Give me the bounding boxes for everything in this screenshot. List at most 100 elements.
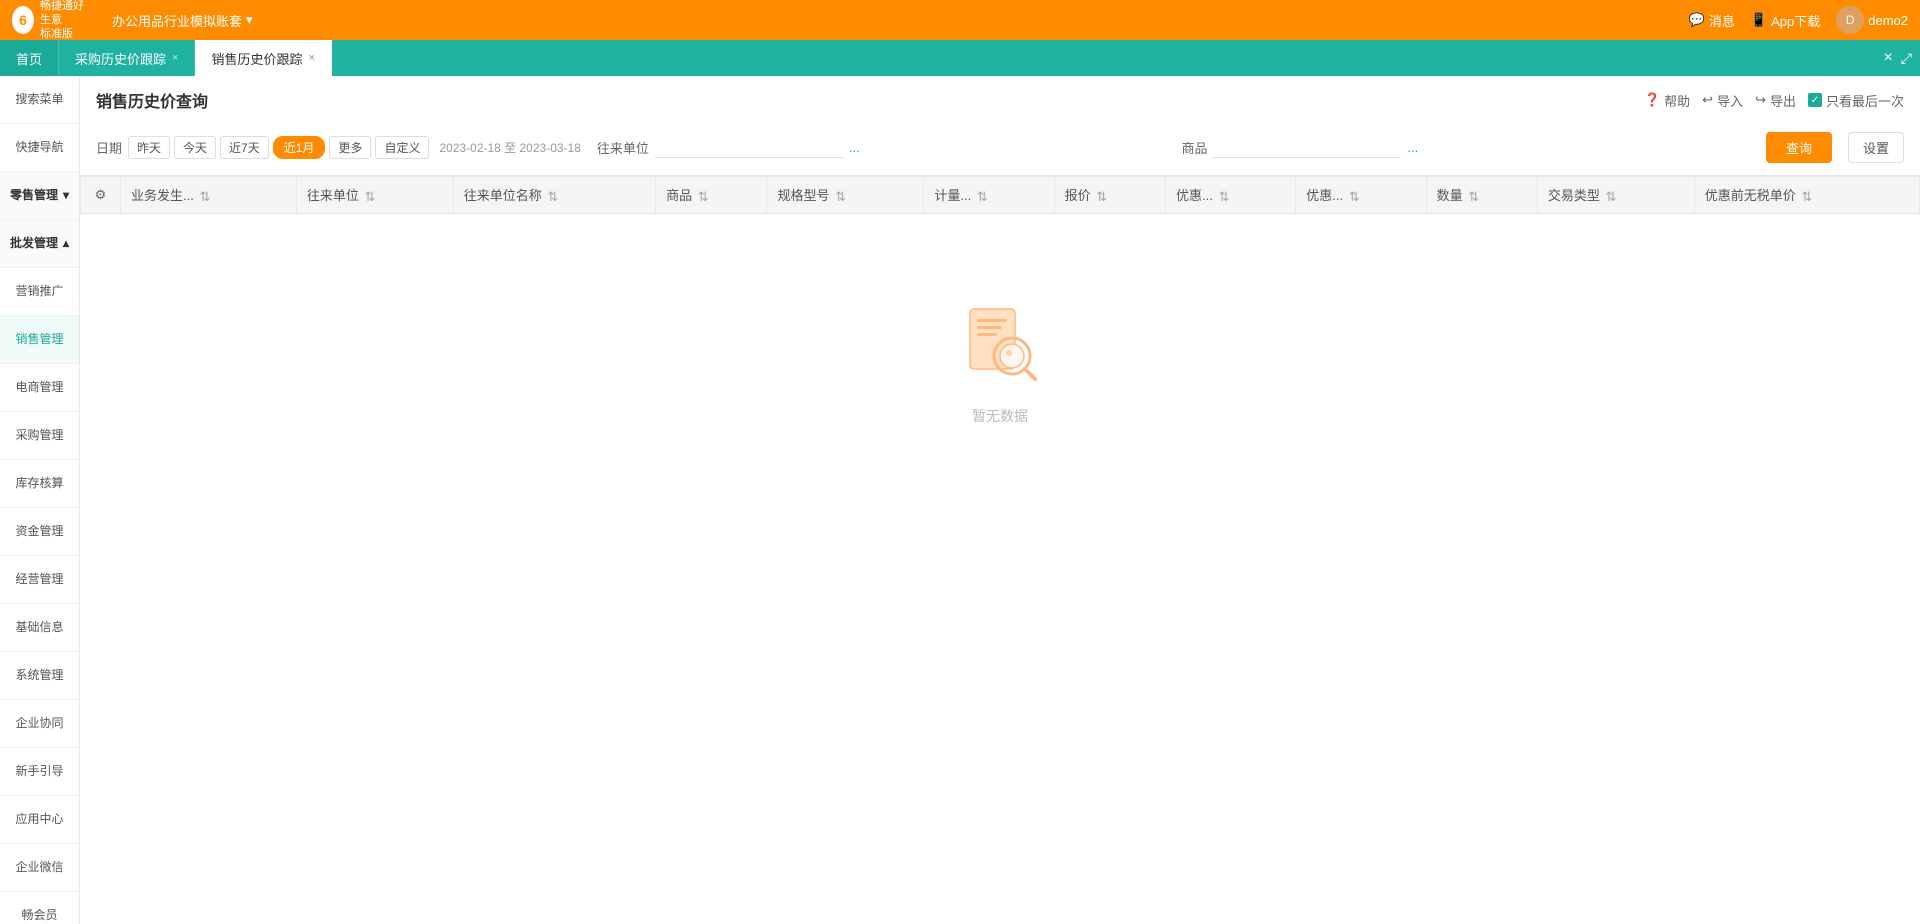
sidebar-item-inventory[interactable]: 库存核算 [0, 460, 79, 508]
sort-icon: ⇅ [977, 189, 988, 205]
counterparty-filter-group: 往来单位 ... [597, 138, 1166, 158]
date-btn-today[interactable]: 今天 [174, 136, 216, 159]
top-center: 办公用品行业模拟账套 ▾ [92, 11, 1689, 30]
tab-close-purchase[interactable]: × [172, 52, 178, 64]
sidebar-item-enterprise-wechat[interactable]: 企业微信 [0, 844, 79, 892]
col-pretax-price[interactable]: 优惠前无税单价 ⇅ [1694, 177, 1919, 214]
app-icon: 📱 [1751, 12, 1767, 28]
sort-icon: ⇅ [1096, 189, 1107, 205]
checkbox-icon: ✓ [1808, 93, 1822, 107]
filter-row: 日期 昨天 今天 近7天 近1月 更多 自定义 2023-02-18 至 202… [96, 122, 1904, 175]
user-menu[interactable]: D demo2 [1836, 6, 1908, 34]
sort-icon: ⇅ [199, 189, 210, 205]
sort-icon: ⇅ [1606, 189, 1617, 205]
sort-icon: ⇅ [835, 189, 846, 205]
sidebar-item-enterprise-collab[interactable]: 企业协同 [0, 700, 79, 748]
date-buttons: 昨天 今天 近7天 近1月 更多 自定义 [128, 136, 429, 159]
chevron-icon: ▾ [63, 187, 69, 204]
chevron-down-icon: ▾ [246, 12, 253, 28]
tabs-bar: 首页 采购历史价跟踪 × 销售历史价跟踪 × × ⤢ [0, 40, 1920, 76]
col-partner[interactable]: 往来单位 ⇅ [296, 177, 453, 214]
col-biz-date[interactable]: 业务发生... ⇅ [121, 177, 297, 214]
date-btn-yesterday[interactable]: 昨天 [128, 136, 170, 159]
gear-icon[interactable]: ⚙ [95, 187, 107, 202]
sidebar-item-marketing[interactable]: 营销推广 [0, 268, 79, 316]
help-button[interactable]: ❓ 帮助 [1644, 91, 1690, 110]
product-picker[interactable]: ... [1407, 140, 1418, 155]
sidebar-item-purchase[interactable]: 采购管理 [0, 412, 79, 460]
fullscreen-icon[interactable]: ⤢ [1901, 50, 1912, 67]
export-button[interactable]: ↪ 导出 [1755, 91, 1796, 110]
date-label: 日期 [96, 138, 122, 157]
data-table: ⚙ 业务发生... ⇅ 往来单位 ⇅ 往来单位名称 ⇅ [80, 176, 1920, 214]
sidebar-item-search-menu[interactable]: 搜索菜单 [0, 76, 79, 124]
col-partner-name[interactable]: 往来单位名称 ⇅ [453, 177, 655, 214]
date-btn-more[interactable]: 更多 [329, 136, 371, 159]
date-range-text: 2023-02-18 至 2023-03-18 [439, 139, 580, 156]
tabs-right-actions: × ⤢ [1883, 40, 1920, 76]
app-download-button[interactable]: 📱 App下载 [1751, 11, 1820, 30]
empty-text: 暂无数据 [972, 406, 1028, 426]
query-button[interactable]: 查询 [1766, 132, 1832, 163]
sort-icon: ⇅ [1468, 189, 1479, 205]
product-input[interactable] [1213, 138, 1401, 158]
message-icon: 💬 [1689, 12, 1705, 28]
col-quote[interactable]: 报价 ⇅ [1054, 177, 1165, 214]
table-header-row: ⚙ 业务发生... ⇅ 往来单位 ⇅ 往来单位名称 ⇅ [81, 177, 1920, 214]
chevron-up-icon: ▴ [63, 235, 69, 252]
page-title: 销售历史价查询 [96, 88, 208, 112]
col-discount2[interactable]: 优惠... ⇅ [1296, 177, 1426, 214]
tab-close-sales[interactable]: × [308, 52, 314, 64]
help-icon: ❓ [1644, 92, 1660, 108]
date-btn-1month[interactable]: 近1月 [273, 136, 326, 159]
col-gear[interactable]: ⚙ [81, 177, 121, 214]
col-product[interactable]: 商品 ⇅ [656, 177, 767, 214]
sidebar-item-sales-mgmt[interactable]: 销售管理 [0, 316, 79, 364]
col-discount1[interactable]: 优惠... ⇅ [1165, 177, 1295, 214]
page-title-row: 销售历史价查询 ❓ 帮助 ↩ 导入 ↪ 导出 ✓ [96, 88, 1904, 112]
counterparty-label: 往来单位 [597, 138, 649, 157]
sidebar-item-wholesale-mgmt[interactable]: 批发管理 ▴ [0, 220, 79, 268]
sidebar-item-new-user[interactable]: 新手引导 [0, 748, 79, 796]
top-right: 💬 消息 📱 App下载 D demo2 [1689, 6, 1908, 34]
tab-sales-history[interactable]: 销售历史价跟踪 × [195, 40, 331, 76]
tab-purchase-history[interactable]: 采购历史价跟踪 × [59, 40, 195, 76]
sort-icon: ⇅ [1218, 189, 1229, 205]
sidebar: 搜索菜单 快捷导航 零售管理 ▾ 批发管理 ▴ 营销推广 销售管理 电商管理 采… [0, 76, 80, 924]
sort-icon: ⇅ [364, 189, 375, 205]
logo-text: 畅捷通好生意 标准版 [40, 0, 92, 41]
page-header: 销售历史价查询 ❓ 帮助 ↩ 导入 ↪ 导出 ✓ [80, 76, 1920, 176]
sidebar-item-capital[interactable]: 资金管理 [0, 508, 79, 556]
date-btn-7days[interactable]: 近7天 [220, 136, 269, 159]
avatar: D [1836, 6, 1864, 34]
only-last-checkbox[interactable]: ✓ 只看最后一次 [1808, 91, 1904, 110]
sidebar-item-ecommerce[interactable]: 电商管理 [0, 364, 79, 412]
sort-icon: ⇅ [698, 189, 709, 205]
date-filter-group: 日期 昨天 今天 近7天 近1月 更多 自定义 2023-02-18 至 202… [96, 136, 581, 159]
import-button[interactable]: ↩ 导入 [1702, 91, 1743, 110]
close-window-icon[interactable]: × [1883, 49, 1892, 67]
sidebar-item-system[interactable]: 系统管理 [0, 652, 79, 700]
message-button[interactable]: 💬 消息 [1689, 11, 1735, 30]
col-unit[interactable]: 计量... ⇅ [924, 177, 1054, 214]
date-btn-custom[interactable]: 自定义 [375, 136, 429, 159]
tab-home[interactable]: 首页 [0, 40, 59, 76]
sidebar-item-operations[interactable]: 经营管理 [0, 556, 79, 604]
sidebar-item-basic-info[interactable]: 基础信息 [0, 604, 79, 652]
sidebar-item-member[interactable]: 畅会员 [0, 892, 79, 924]
logo-area: 6 畅捷通好生意 标准版 [12, 0, 92, 41]
sidebar-item-quick-nav[interactable]: 快捷导航 [0, 124, 79, 172]
col-spec[interactable]: 规格型号 ⇅ [767, 177, 924, 214]
sidebar-item-retail-mgmt[interactable]: 零售管理 ▾ [0, 172, 79, 220]
app-title-selector[interactable]: 办公用品行业模拟账套 ▾ [112, 11, 253, 30]
settings-button[interactable]: 设置 [1848, 132, 1904, 163]
col-quantity[interactable]: 数量 ⇅ [1426, 177, 1537, 214]
sort-icon: ⇅ [1801, 189, 1812, 205]
sidebar-item-app-center[interactable]: 应用中心 [0, 796, 79, 844]
content-area: 销售历史价查询 ❓ 帮助 ↩ 导入 ↪ 导出 ✓ [80, 76, 1920, 924]
counterparty-picker[interactable]: ... [849, 140, 860, 155]
col-trade-type[interactable]: 交易类型 ⇅ [1537, 177, 1694, 214]
export-icon: ↪ [1755, 92, 1766, 108]
sort-icon: ⇅ [1349, 189, 1360, 205]
counterparty-input[interactable] [655, 138, 843, 158]
